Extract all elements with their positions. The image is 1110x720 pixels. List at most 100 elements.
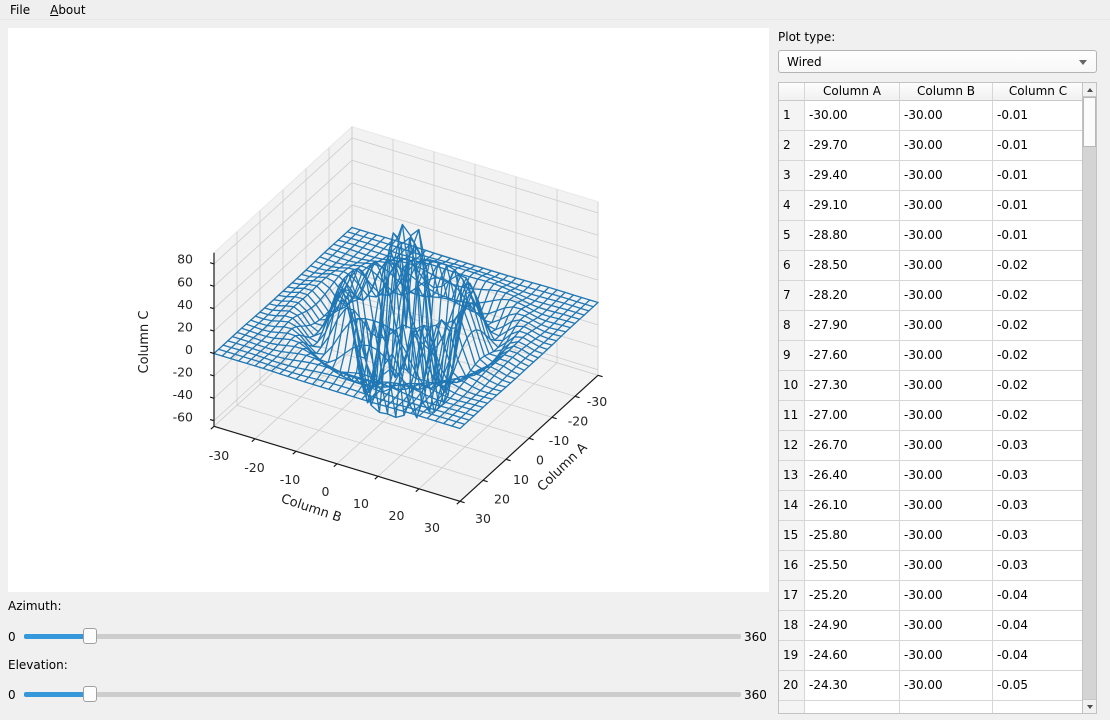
cell-column-c[interactable]: -0.01	[993, 101, 1084, 131]
cell-column-b[interactable]: -30.00	[900, 671, 993, 701]
cell-column-b[interactable]: -30.00	[900, 221, 993, 251]
cell-column-c[interactable]: -0.02	[993, 311, 1084, 341]
elevation-slider-handle[interactable]	[83, 686, 97, 702]
cell-column-c[interactable]: -0.02	[993, 251, 1084, 281]
cell-column-b[interactable]: -30.00	[900, 581, 993, 611]
cell-column-c[interactable]: -0.01	[993, 191, 1084, 221]
scrollbar-up-button[interactable]	[1083, 83, 1096, 97]
cell-column-b[interactable]: -30.00	[900, 611, 993, 641]
cell-column-a[interactable]: -25.80	[805, 521, 900, 551]
cell-column-b[interactable]: -30.00	[900, 101, 993, 131]
cell-column-c[interactable]: -0.03	[993, 551, 1084, 581]
cell-column-a[interactable]: -26.40	[805, 461, 900, 491]
cell-column-c[interactable]: -0.02	[993, 401, 1084, 431]
svg-text:10: 10	[513, 472, 529, 487]
cell-column-a[interactable]: -27.90	[805, 311, 900, 341]
cell-column-c[interactable]: -0.02	[993, 281, 1084, 311]
svg-text:-20: -20	[173, 365, 193, 380]
elevation-slider-track[interactable]	[24, 692, 741, 697]
cell-column-a[interactable]: -29.70	[805, 131, 900, 161]
svg-text:0: 0	[185, 342, 193, 357]
cell-column-a[interactable]: -28.20	[805, 281, 900, 311]
cell-column-b[interactable]: -30.00	[900, 131, 993, 161]
cell-column-c[interactable]: -0.05	[993, 671, 1084, 701]
chevron-down-icon	[1079, 60, 1087, 65]
row-number-cell: 11	[779, 401, 805, 431]
cell-column-b[interactable]: -30.00	[900, 491, 993, 521]
plot-canvas[interactable]: -30-30-20-20-10-1000101020203030-60-40-2…	[8, 28, 769, 592]
cell-column-b[interactable]: -30.00	[900, 281, 993, 311]
cell-column-c[interactable]: -0.01	[993, 221, 1084, 251]
row-number-cell: 14	[779, 491, 805, 521]
scrollbar-thumb[interactable]	[1083, 97, 1096, 147]
azimuth-slider-handle[interactable]	[83, 628, 97, 644]
cell-column-b[interactable]: -30.00	[900, 551, 993, 581]
plot-type-combobox[interactable]: Wired	[778, 50, 1097, 73]
cell-column-a[interactable]: -25.50	[805, 551, 900, 581]
arrow-up-icon	[1087, 88, 1093, 92]
azimuth-max-label: 360	[744, 630, 767, 644]
svg-text:-30: -30	[209, 448, 229, 463]
cell-column-a[interactable]	[805, 701, 900, 714]
cell-column-a[interactable]: -25.20	[805, 581, 900, 611]
cell-column-a[interactable]: -24.90	[805, 611, 900, 641]
wireframe-3d-plot: -30-30-20-20-10-1000101020203030-60-40-2…	[8, 28, 769, 592]
cell-column-a[interactable]: -26.10	[805, 491, 900, 521]
cell-column-c[interactable]: -0.01	[993, 161, 1084, 191]
row-number-cell: 1	[779, 101, 805, 131]
cell-column-c[interactable]: -0.02	[993, 341, 1084, 371]
plot-type-value: Wired	[787, 55, 822, 69]
svg-text:-30: -30	[587, 394, 607, 409]
cell-column-c[interactable]: -0.03	[993, 521, 1084, 551]
cell-column-a[interactable]: -27.60	[805, 341, 900, 371]
cell-column-b[interactable]: -30.00	[900, 521, 993, 551]
cell-column-b[interactable]: -30.00	[900, 461, 993, 491]
cell-column-a[interactable]: -27.30	[805, 371, 900, 401]
cell-column-c[interactable]: -0.04	[993, 641, 1084, 671]
column-b-header[interactable]: Column B	[900, 83, 993, 101]
cell-column-a[interactable]: -29.10	[805, 191, 900, 221]
table-corner-cell	[779, 83, 805, 101]
table-row: 16-25.50-30.00-0.03	[779, 551, 1096, 581]
cell-column-b[interactable]: -30.00	[900, 641, 993, 671]
cell-column-b[interactable]	[900, 701, 993, 714]
cell-column-a[interactable]: -28.50	[805, 251, 900, 281]
column-c-header[interactable]: Column C	[993, 83, 1084, 101]
cell-column-c[interactable]: -0.03	[993, 491, 1084, 521]
svg-text:30: 30	[424, 520, 440, 535]
column-a-header[interactable]: Column A	[805, 83, 900, 101]
menu-about[interactable]: About	[40, 0, 96, 20]
cell-column-b[interactable]: -30.00	[900, 161, 993, 191]
azimuth-slider-track[interactable]	[24, 634, 741, 639]
svg-text:-10: -10	[280, 472, 300, 487]
menu-file[interactable]: File	[0, 0, 40, 20]
cell-column-c[interactable]	[993, 701, 1084, 714]
cell-column-a[interactable]: -27.00	[805, 401, 900, 431]
cell-column-b[interactable]: -30.00	[900, 311, 993, 341]
svg-text:20: 20	[494, 492, 510, 507]
cell-column-c[interactable]: -0.02	[993, 371, 1084, 401]
table-row: 7-28.20-30.00-0.02	[779, 281, 1096, 311]
table-scrollbar[interactable]	[1082, 83, 1096, 713]
cell-column-c[interactable]: -0.03	[993, 461, 1084, 491]
cell-column-b[interactable]: -30.00	[900, 401, 993, 431]
cell-column-c[interactable]: -0.04	[993, 581, 1084, 611]
scrollbar-down-button[interactable]	[1083, 699, 1096, 713]
table-header-row: Column A Column B Column C	[779, 83, 1096, 101]
cell-column-b[interactable]: -30.00	[900, 341, 993, 371]
cell-column-a[interactable]: -29.40	[805, 161, 900, 191]
cell-column-c[interactable]: -0.04	[993, 611, 1084, 641]
cell-column-a[interactable]: -26.70	[805, 431, 900, 461]
svg-text:80: 80	[177, 252, 193, 267]
cell-column-a[interactable]: -24.60	[805, 641, 900, 671]
cell-column-c[interactable]: -0.01	[993, 131, 1084, 161]
cell-column-a[interactable]: -24.30	[805, 671, 900, 701]
cell-column-a[interactable]: -28.80	[805, 221, 900, 251]
cell-column-a[interactable]: -30.00	[805, 101, 900, 131]
row-number-cell: 7	[779, 281, 805, 311]
cell-column-b[interactable]: -30.00	[900, 371, 993, 401]
cell-column-b[interactable]: -30.00	[900, 431, 993, 461]
cell-column-b[interactable]: -30.00	[900, 251, 993, 281]
cell-column-c[interactable]: -0.03	[993, 431, 1084, 461]
cell-column-b[interactable]: -30.00	[900, 191, 993, 221]
